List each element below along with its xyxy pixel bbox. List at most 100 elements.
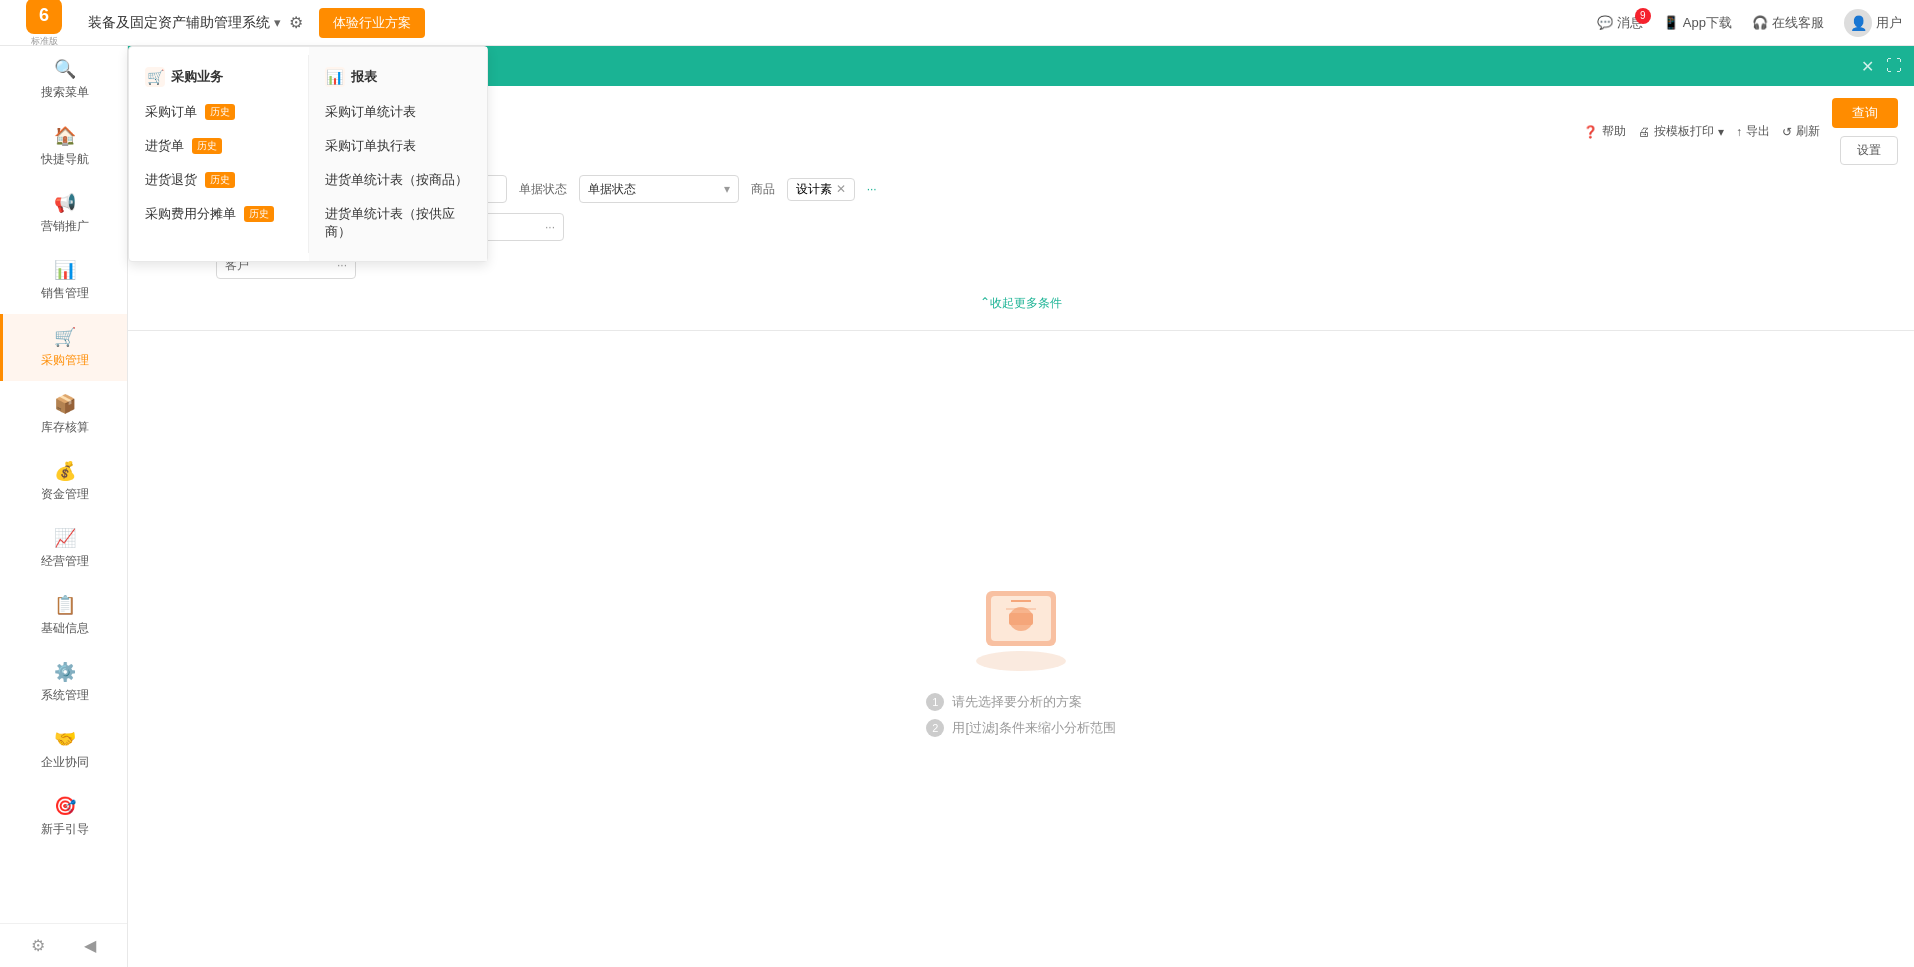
sidebar-item-guide[interactable]: 🎯 新手引导 [0,783,127,850]
user-menu-button[interactable]: 👤 用户 [1844,9,1902,37]
sidebar-item-operations[interactable]: 📈 经营管理 [0,515,127,582]
set-button[interactable]: 设置 [1840,136,1898,165]
menu-item-purchase-expense[interactable]: 采购费用分摊单 历史 [129,197,308,231]
app-download-label: App下载 [1683,14,1732,32]
phone-icon: 📱 [1663,15,1679,30]
goods-return-label: 进货退货 [145,171,197,189]
marketing-icon: 📢 [54,192,76,214]
logo-area: 6 标准版 [12,0,76,48]
search-icon: 🔍 [54,58,76,80]
sidebar-item-label: 搜索菜单 [41,84,89,101]
refresh-icon: ↺ [1782,125,1792,139]
sidebar-item-label: 系统管理 [41,687,89,704]
sidebar-item-inventory[interactable]: 📦 库存核算 [0,381,127,448]
print-icon: 🖨 [1638,125,1650,139]
sidebar-item-marketing[interactable]: 📢 营销推广 [0,180,127,247]
menu-item-goods-receipt[interactable]: 进货单 历史 [129,129,308,163]
enterprise-icon: 🤝 [54,728,76,750]
sidebar-item-quick-nav[interactable]: 🏠 快捷导航 [0,113,127,180]
menu-col-purchase: 🛒 采购业务 采购订单 历史 进货单 历史 进货退货 历史 采购费用分摊单 历史 [129,47,308,261]
goods-tag-close[interactable]: ✕ [836,182,846,196]
filter-actions: 查询 设置 [1832,98,1898,165]
sidebar-settings-icon[interactable]: ⚙ [31,936,45,955]
menu-col-report-header: 📊 报表 [309,59,488,95]
menu-item-goods-stat-by-supplier[interactable]: 进货单统计表（按供应商） [309,197,488,249]
sidebar-item-enterprise[interactable]: 🤝 企业协同 [0,716,127,783]
system-dropdown-icon[interactable]: ▾ [274,15,281,30]
query-button[interactable]: 查询 [1832,98,1898,128]
sidebar-item-search[interactable]: 🔍 搜索菜单 [0,46,127,113]
system-icon: ⚙️ [54,661,76,683]
settings-icon[interactable]: ⚙ [289,13,303,32]
empty-hint-2: 2 用[过滤]条件来缩小分析范围 [926,719,1115,737]
tab-expand-btn[interactable]: ⛶ [1882,53,1906,79]
export-icon: ↑ [1736,125,1742,139]
hint-num-2: 2 [926,719,944,737]
sidebar-item-sales[interactable]: 📊 销售管理 [0,247,127,314]
tab-close-btn[interactable]: ✕ [1857,53,1878,80]
sidebar-item-label: 新手引导 [41,821,89,838]
sidebar-item-label: 资金管理 [41,486,89,503]
sidebar-item-system[interactable]: ⚙️ 系统管理 [0,649,127,716]
purchase-menu-icon: 🛒 [145,67,165,87]
empty-svg [961,561,1081,681]
hint-text-1: 请先选择要分析的方案 [952,693,1082,711]
menu-item-goods-return[interactable]: 进货退货 历史 [129,163,308,197]
purchase-expense-label: 采购费用分摊单 [145,205,236,223]
purchase-order-stat-label: 采购订单统计表 [325,103,416,121]
logo-char: 6 [39,5,49,26]
goods-tag: 设计素 ✕ [787,178,855,201]
goods-stat-by-product-label: 进货单统计表（按商品） [325,171,468,189]
svg-rect-4 [1009,613,1033,625]
empty-hint-1: 1 请先选择要分析的方案 [926,693,1115,711]
industry-button[interactable]: 体验行业方案 [319,8,425,38]
app-download-button[interactable]: 📱 App下载 [1663,14,1732,32]
goods-more-btn[interactable]: ··· [867,182,877,196]
collapse-row[interactable]: ⌃ 收起更多条件 [144,289,1898,318]
purchase-order-exec-label: 采购订单执行表 [325,137,416,155]
export-button[interactable]: ↑ 导出 [1736,123,1770,140]
export-label: 导出 [1746,123,1770,140]
help-label: 帮助 [1602,123,1626,140]
collapse-icon: ⌃ [980,295,990,312]
menu-col-report: 📊 报表 采购订单统计表 采购订单执行表 进货单统计表（按商品） 进货单统计表（… [309,47,488,261]
empty-illustration [961,561,1081,681]
purchase-menu-title: 采购业务 [171,68,223,86]
goods-tag-text: 设计素 [796,181,832,198]
sidebar-collapse-icon[interactable]: ◀ [84,936,96,955]
sidebar-item-label: 企业协同 [41,754,89,771]
menu-item-goods-stat-by-product[interactable]: 进货单统计表（按商品） [309,163,488,197]
sidebar-item-basic-info[interactable]: 📋 基础信息 [0,582,127,649]
finance-icon: 💰 [54,460,76,482]
report-menu-title: 报表 [351,68,377,86]
sidebar-item-label: 采购管理 [41,352,89,369]
system-name: 装备及固定资产辅助管理系统 [88,14,270,32]
voucher-status-select[interactable]: 单据状态 ▾ [579,175,739,203]
menu-item-purchase-order-stat[interactable]: 采购订单统计表 [309,95,488,129]
inventory-icon: 📦 [54,393,76,415]
messages-button[interactable]: 💬 消息 9 [1597,14,1643,32]
avatar: 👤 [1844,9,1872,37]
empty-state: 1 请先选择要分析的方案 2 用[过滤]条件来缩小分析范围 [128,331,1914,967]
sales-icon: 📊 [54,259,76,281]
collapse-label: 收起更多条件 [990,295,1062,312]
refresh-button[interactable]: ↺ 刷新 [1782,123,1820,140]
sidebar-item-label: 基础信息 [41,620,89,637]
goods-return-badge: 历史 [205,172,235,188]
print-label: 按模板打印 [1654,123,1714,140]
message-badge: 9 [1635,8,1651,24]
sidebar-item-finance[interactable]: 💰 资金管理 [0,448,127,515]
sidebar-item-label: 销售管理 [41,285,89,302]
menu-item-purchase-order[interactable]: 采购订单 历史 [129,95,308,129]
hint-text-2: 用[过滤]条件来缩小分析范围 [952,719,1115,737]
online-service-button[interactable]: 🎧 在线客服 [1752,14,1824,32]
menu-col-purchase-header: 🛒 采购业务 [129,59,308,95]
menu-item-purchase-order-exec[interactable]: 采购订单执行表 [309,129,488,163]
guide-icon: 🎯 [54,795,76,817]
sidebar-item-purchase[interactable]: 🛒 采购管理 [0,314,127,381]
headset-icon: 🎧 [1752,15,1768,30]
sidebar: 🔍 搜索菜单 🏠 快捷导航 📢 营销推广 📊 销售管理 🛒 采购管理 📦 [0,46,128,967]
help-button[interactable]: ❓ 帮助 [1583,123,1626,140]
sidebar-item-label: 营销推广 [41,218,89,235]
print-button[interactable]: 🖨 按模板打印 ▾ [1638,123,1724,140]
